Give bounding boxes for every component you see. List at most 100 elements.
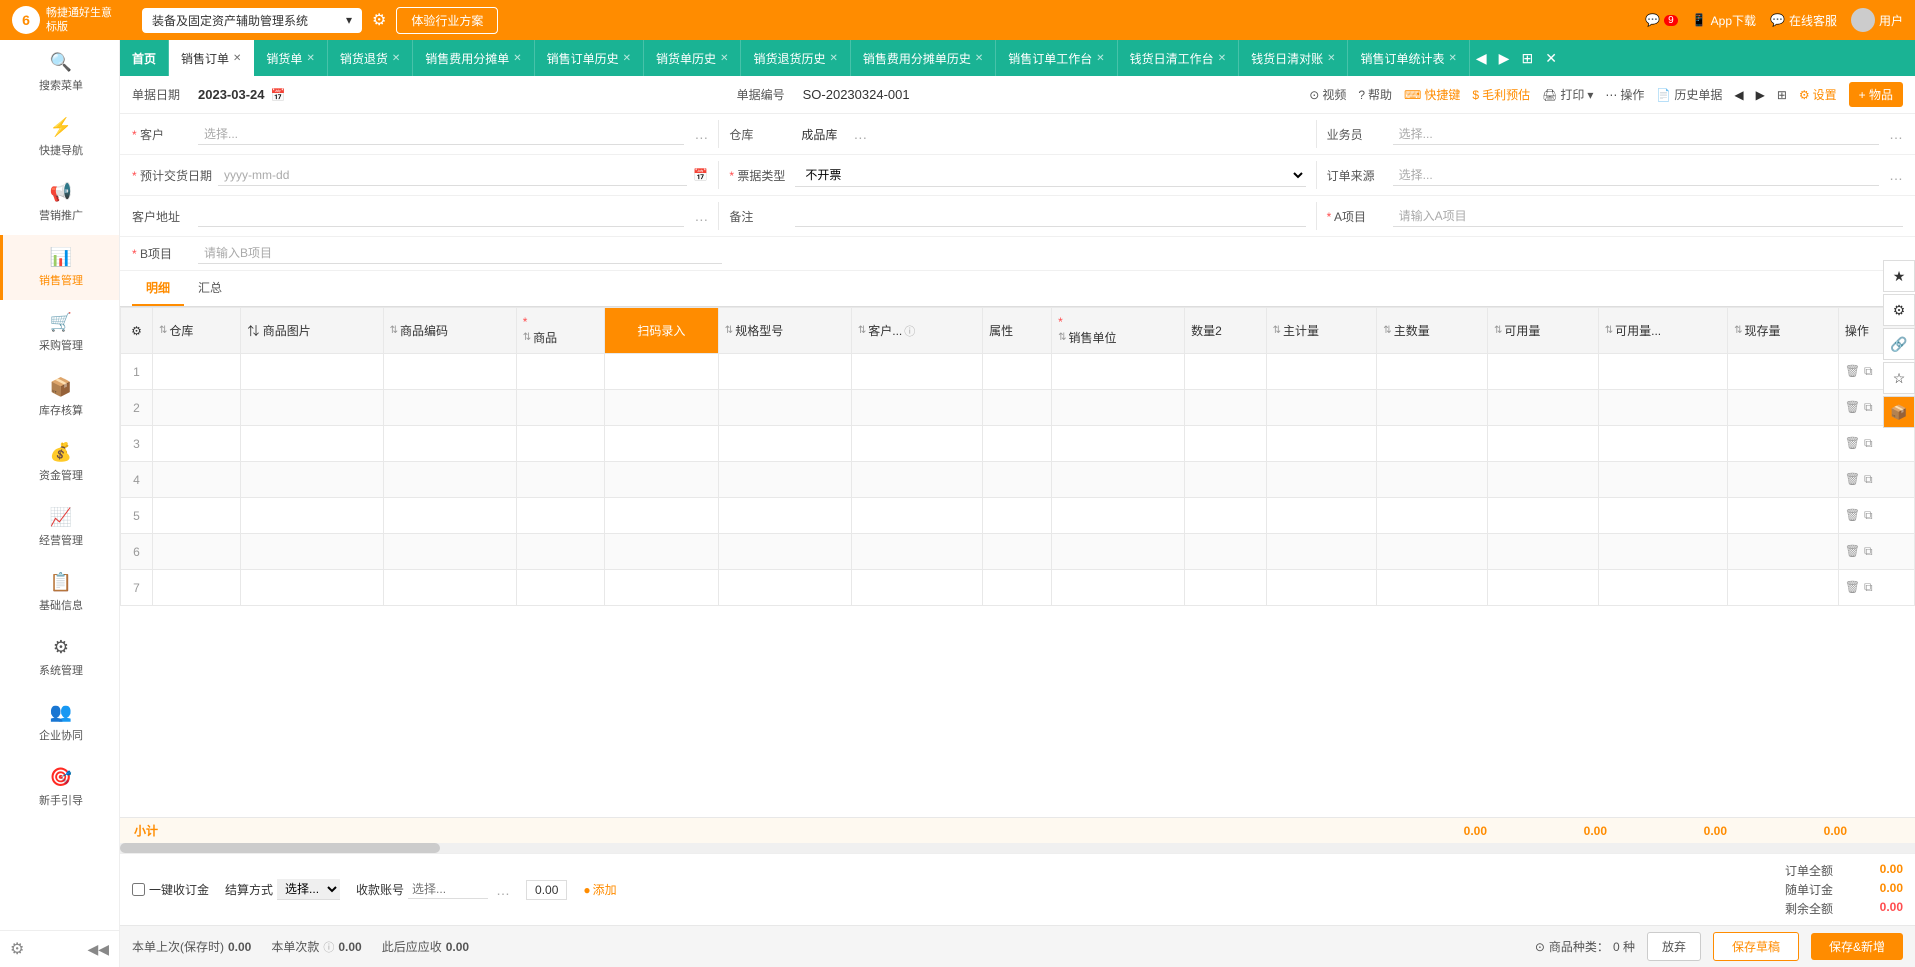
tab-home[interactable]: 首页 xyxy=(120,40,169,76)
invoice-type-select[interactable]: 不开票 xyxy=(795,164,1305,187)
sidebar-item-sales[interactable]: 📊 销售管理 xyxy=(0,235,119,300)
staff-input[interactable] xyxy=(1393,124,1879,145)
row-delete-btn[interactable]: 🗑 xyxy=(1845,400,1860,414)
th-sales-unit[interactable]: ⇅ 销售单位 xyxy=(1052,308,1185,354)
tab-sales-fee[interactable]: 销售费用分摊单 ✕ xyxy=(413,40,534,76)
tab-sales-order[interactable]: 销售订单 ✕ xyxy=(169,40,254,76)
th-spec[interactable]: ⇅ 规格型号 xyxy=(718,308,851,354)
side-btn-2[interactable]: ⚙ xyxy=(1883,294,1915,326)
calendar-icon[interactable]: 📅 xyxy=(271,88,286,102)
view-btn[interactable]: ⊙ 视频 xyxy=(1309,86,1346,103)
tab-cash-reconcile[interactable]: 钱货日清对账 ✕ xyxy=(1239,40,1348,76)
close-sales-order-tab[interactable]: ✕ xyxy=(233,53,241,64)
th-main-qty[interactable]: ⇅ 主数量 xyxy=(1377,308,1488,354)
th-available2[interactable]: ⇅ 可用量... xyxy=(1598,308,1727,354)
close-cash-reconcile-tab[interactable]: ✕ xyxy=(1327,53,1335,64)
history-btn[interactable]: 📄 历史单据 xyxy=(1656,86,1722,103)
tab-sales-refund-history[interactable]: 销货退货历史 ✕ xyxy=(741,40,850,76)
grid-view-btn[interactable]: ⊞ xyxy=(1777,88,1787,102)
sidebar-item-finance[interactable]: 💰 资金管理 xyxy=(0,430,119,495)
discard-button[interactable]: 放弃 xyxy=(1647,932,1701,961)
row-copy-btn[interactable]: ⧉ xyxy=(1864,400,1873,414)
side-btn-3[interactable]: 🔗 xyxy=(1883,328,1915,360)
save-draft-button[interactable]: 保存草稿 xyxy=(1713,932,1799,961)
close-sales-stats-tab[interactable]: ✕ xyxy=(1449,53,1457,64)
tab-scroll-left[interactable]: ◀ xyxy=(1470,50,1493,67)
tab-scroll-right[interactable]: ▶ xyxy=(1493,50,1516,67)
tab-sales-fee-history[interactable]: 销售费用分摊单历史 ✕ xyxy=(851,40,996,76)
system-name[interactable]: 装备及固定资产辅助管理系统 ▾ xyxy=(142,8,362,33)
remark-input[interactable] xyxy=(795,206,1305,227)
close-sales-order-history-tab[interactable]: ✕ xyxy=(623,53,631,64)
side-btn-5[interactable]: 📦 xyxy=(1883,396,1915,428)
row-delete-btn[interactable]: 🗑 xyxy=(1845,580,1860,594)
row-copy-btn[interactable]: ⧉ xyxy=(1864,436,1873,450)
delivery-calendar-icon[interactable]: 📅 xyxy=(693,168,708,182)
address-dots[interactable]: … xyxy=(694,208,708,224)
tab-sales-goods-history[interactable]: 销货单历史 ✕ xyxy=(644,40,741,76)
sidebar-item-system[interactable]: ⚙ 系统管理 xyxy=(0,625,119,690)
th-settings[interactable]: ⚙ xyxy=(121,308,153,354)
add-btn[interactable]: ● 添加 xyxy=(583,881,616,898)
tab-close-all[interactable]: ✕ xyxy=(1539,50,1563,67)
close-sales-return-tab[interactable]: ✕ xyxy=(306,53,314,64)
row-copy-btn[interactable]: ⧉ xyxy=(1864,580,1873,594)
settings-icon[interactable]: ⚙ xyxy=(372,10,386,30)
order-source-input[interactable] xyxy=(1393,165,1879,186)
scroll-thumb[interactable] xyxy=(120,843,440,853)
one-click-order-checkbox[interactable]: 一键收订金 xyxy=(132,881,209,898)
close-sales-workbench-tab[interactable]: ✕ xyxy=(1096,53,1104,64)
sidebar-item-inventory[interactable]: 📦 库存核算 xyxy=(0,365,119,430)
staff-dots[interactable]: … xyxy=(1889,126,1903,142)
sidebar-item-collab[interactable]: 👥 企业协同 xyxy=(0,690,119,755)
customer-address-input[interactable] xyxy=(198,206,684,227)
row-delete-btn[interactable]: 🗑 xyxy=(1845,472,1860,486)
th-stock[interactable]: ⇅ 现存量 xyxy=(1728,308,1839,354)
sidebar-item-basic-info[interactable]: 📋 基础信息 xyxy=(0,560,119,625)
close-sales-refund-tab[interactable]: ✕ xyxy=(392,53,400,64)
row-copy-btn[interactable]: ⧉ xyxy=(1864,364,1873,378)
th-warehouse[interactable]: ⇅ 仓库 xyxy=(153,308,241,354)
tab-more[interactable]: ⊞ xyxy=(1515,50,1539,67)
tab-sales-stats[interactable]: 销售订单统计表 ✕ xyxy=(1348,40,1469,76)
account-dots[interactable]: … xyxy=(496,882,510,898)
subtab-summary[interactable]: 汇总 xyxy=(184,271,236,306)
side-btn-4[interactable]: ☆ xyxy=(1883,362,1915,394)
customer-code-info-icon[interactable]: ⓘ xyxy=(904,323,915,339)
th-available[interactable]: ⇅ 可用量 xyxy=(1488,308,1599,354)
settings-bottom-icon[interactable]: ⚙ xyxy=(10,939,24,959)
delivery-date-input[interactable] xyxy=(218,165,687,186)
th-product-code[interactable]: ⇅ 商品编码 xyxy=(383,308,516,354)
sidebar-item-quicknav[interactable]: ⚡ 快捷导航 xyxy=(0,105,119,170)
close-sales-goods-history-tab[interactable]: ✕ xyxy=(720,53,728,64)
notification-btn[interactable]: 💬 9 xyxy=(1645,13,1678,27)
row-copy-btn[interactable]: ⧉ xyxy=(1864,544,1873,558)
row-delete-btn[interactable]: 🗑 xyxy=(1845,508,1860,522)
b-project-input[interactable] xyxy=(198,243,722,264)
customer-input[interactable] xyxy=(198,124,684,145)
user-area[interactable]: 用户 xyxy=(1851,8,1903,32)
close-cash-workbench-tab[interactable]: ✕ xyxy=(1218,53,1226,64)
online-service-btn[interactable]: 💬 在线客服 xyxy=(1770,12,1837,29)
tab-sales-order-history[interactable]: 销售订单历史 ✕ xyxy=(535,40,644,76)
side-btn-1[interactable]: ★ xyxy=(1883,260,1915,292)
close-sales-fee-tab[interactable]: ✕ xyxy=(513,53,521,64)
th-customer-code[interactable]: ⇅ 客户... ⓘ xyxy=(851,308,982,354)
th-main-uom[interactable]: ⇅ 主计量 xyxy=(1266,308,1377,354)
row-delete-btn[interactable]: 🗑 xyxy=(1845,436,1860,450)
print-btn[interactable]: 🖨 打印 ▾ xyxy=(1542,86,1593,103)
settings-btn[interactable]: ⚙ 设置 xyxy=(1799,86,1837,103)
sidebar-item-marketing[interactable]: 📢 营销推广 xyxy=(0,170,119,235)
close-sales-refund-history-tab[interactable]: ✕ xyxy=(829,53,837,64)
warehouse-dots[interactable]: … xyxy=(853,126,867,142)
current-info-icon[interactable]: ⓘ xyxy=(323,939,334,955)
save-new-button[interactable]: 保存&新增 xyxy=(1811,933,1903,960)
sidebar-item-guide[interactable]: 🎯 新手引导 xyxy=(0,755,119,820)
solution-button[interactable]: 体验行业方案 xyxy=(396,7,498,34)
horizontal-scrollbar[interactable] xyxy=(120,843,1915,853)
row-copy-btn[interactable]: ⧉ xyxy=(1864,472,1873,486)
tab-cash-workbench[interactable]: 钱货日清工作台 ✕ xyxy=(1118,40,1239,76)
customer-dots[interactable]: … xyxy=(694,126,708,142)
account-input[interactable] xyxy=(408,880,488,899)
th-scan[interactable]: 扫码录入 xyxy=(605,308,719,354)
